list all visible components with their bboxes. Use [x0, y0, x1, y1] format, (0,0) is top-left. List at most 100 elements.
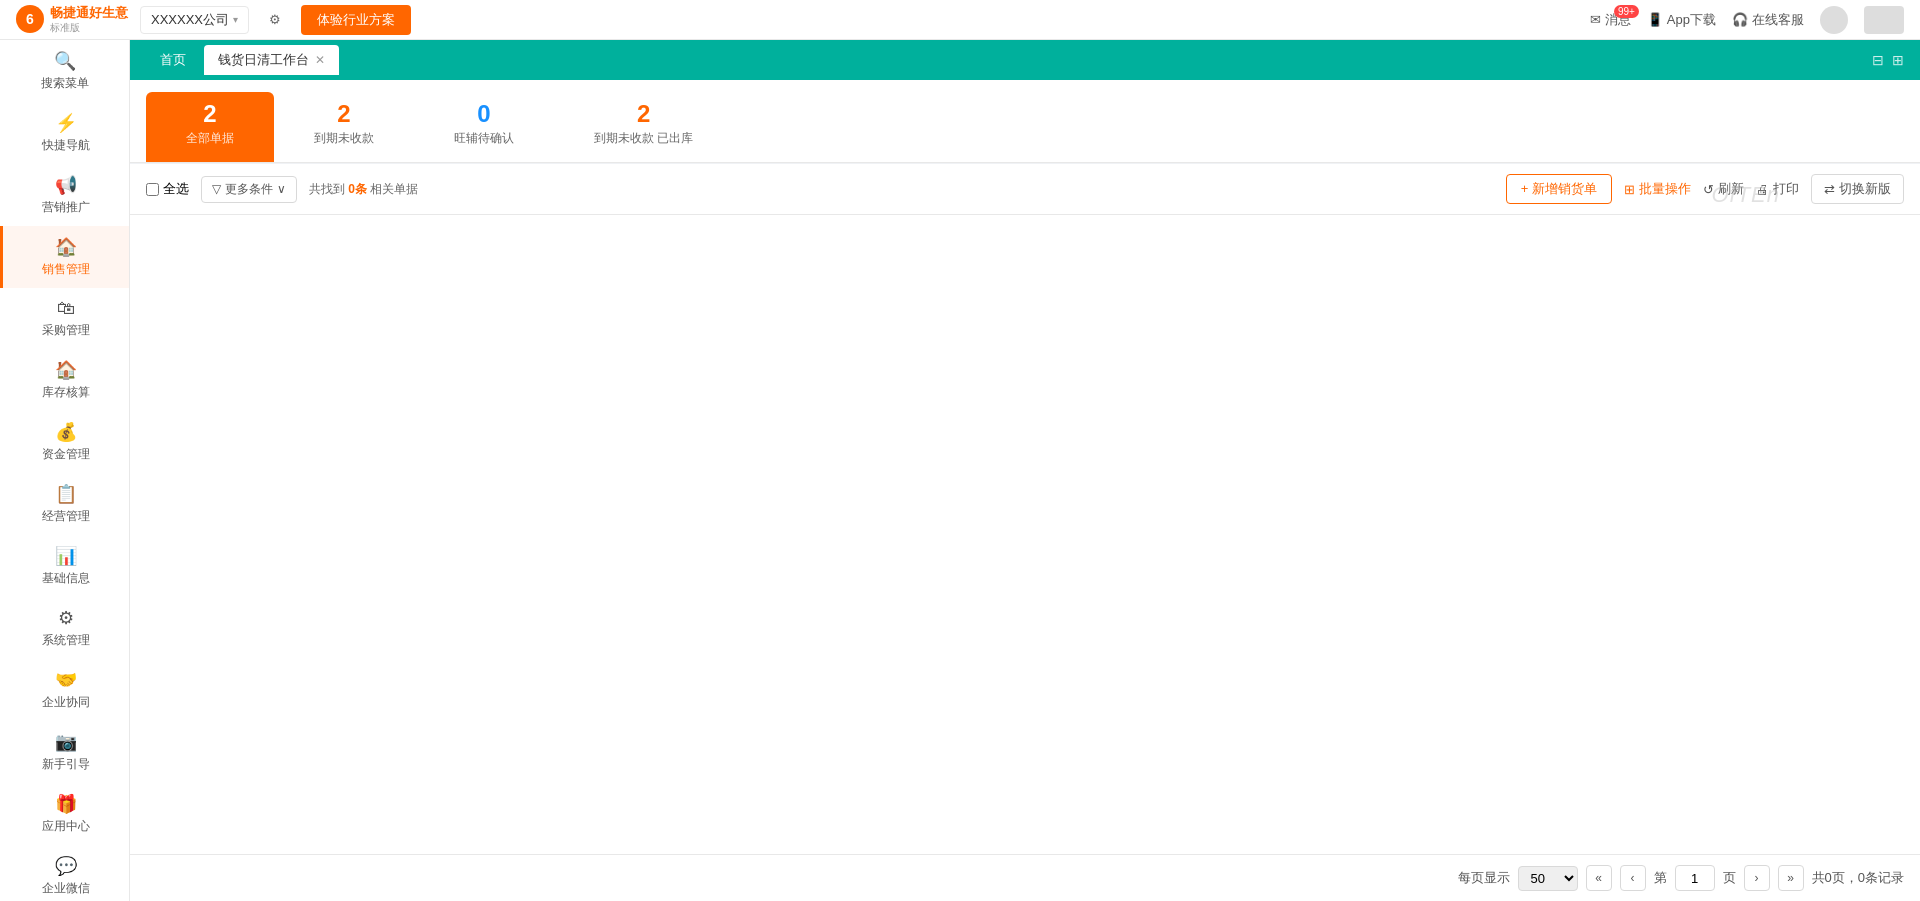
next-page-button[interactable]: ›: [1744, 865, 1770, 891]
company-selector[interactable]: XXXXXX公司 ▾: [140, 6, 249, 34]
guide-icon: 📷: [55, 731, 77, 753]
sidebar-basics-label: 基础信息: [42, 570, 90, 587]
purchase-icon: 🛍: [57, 298, 75, 319]
tab-home[interactable]: 首页: [146, 45, 200, 75]
sidebar-item-guide[interactable]: 📷 新手引导: [0, 721, 129, 783]
select-all-checkbox[interactable]: 全选: [146, 180, 189, 198]
basics-icon: 📊: [55, 545, 77, 567]
sales-icon: 🏠: [55, 236, 77, 258]
sidebar-collab-label: 企业协同: [42, 694, 90, 711]
first-page-button[interactable]: «: [1586, 865, 1612, 891]
sidebar-item-purchase[interactable]: 🛍 采购管理: [0, 288, 129, 349]
search-icon: 🔍: [54, 50, 76, 72]
tab-workbench[interactable]: 钱货日清工作台 ✕: [204, 45, 339, 75]
per-page-label: 每页显示: [1458, 869, 1510, 887]
stat-tab-all[interactable]: 2 全部单据: [146, 92, 274, 162]
tab-home-label: 首页: [160, 51, 186, 69]
collab-icon: 🤝: [55, 669, 77, 691]
match-prefix: 共找到: [309, 182, 345, 196]
sidebar-item-collab[interactable]: 🤝 企业协同: [0, 659, 129, 721]
sidebar-purchase-label: 采购管理: [42, 322, 90, 339]
page-number-input[interactable]: [1675, 865, 1715, 891]
sidebar-marketing-label: 营销推广: [42, 199, 90, 216]
print-icon: 🖨: [1756, 182, 1769, 197]
sidebar-item-search[interactable]: 🔍 搜索菜单: [0, 40, 129, 102]
stat-tab-wangfu[interactable]: 0 旺辅待确认: [414, 92, 554, 162]
quicknav-icon: ⚡: [55, 112, 77, 134]
chevron-down-icon: ▾: [233, 14, 238, 25]
sidebar-item-inventory[interactable]: 🏠 库存核算: [0, 349, 129, 411]
appcenter-icon: 🎁: [55, 793, 77, 815]
tab-bar: 首页 钱货日清工作台 ✕ ⊟ ⊞: [130, 40, 1920, 80]
wechat-icon: 💬: [55, 855, 77, 877]
online-support-button[interactable]: 🎧 在线客服: [1732, 11, 1804, 29]
top-header: 6 畅捷通好生意 标准版 XXXXXX公司 ▾ ⚙ 体验行业方案 ✉ 消息 99…: [0, 0, 1920, 40]
marketing-icon: 📢: [55, 174, 77, 196]
sidebar-item-quicknav[interactable]: ⚡ 快捷导航: [0, 102, 129, 164]
settings-button[interactable]: ⚙: [261, 6, 289, 34]
refresh-label: 刷新: [1718, 180, 1744, 198]
stats-tabs: 2 全部单据 2 到期未收款 0 旺辅待确认 2 到期未收款 已出库: [130, 80, 1920, 163]
sidebar-search-label: 搜索菜单: [41, 75, 89, 92]
support-icon: 🎧: [1732, 12, 1748, 27]
toolbar-right: + 新增销货单 ⊞ 批量操作 ↺ 刷新 🖨 打印 ⇄: [1506, 174, 1904, 204]
sidebar-item-operations[interactable]: 📋 经营管理: [0, 473, 129, 535]
online-support-label: 在线客服: [1752, 11, 1804, 29]
header-right: ✉ 消息 99+ 📱 App下载 🎧 在线客服: [1590, 6, 1904, 34]
print-button[interactable]: 🖨 打印: [1756, 180, 1799, 198]
print-label: 打印: [1773, 180, 1799, 198]
match-suffix: 相关单据: [370, 182, 418, 196]
batch-ops-button[interactable]: ⊞ 批量操作: [1624, 180, 1691, 198]
inventory-icon: 🏠: [55, 359, 77, 381]
page-suffix: 页: [1723, 869, 1736, 887]
app-download-button[interactable]: 📱 App下载: [1647, 11, 1716, 29]
sidebar-item-system[interactable]: ⚙ 系统管理: [0, 597, 129, 659]
user-menu[interactable]: [1864, 6, 1904, 34]
stat-tab-shipped[interactable]: 2 到期未收款 已出库: [554, 92, 733, 162]
logo-sub: 标准版: [50, 21, 128, 34]
experience-button[interactable]: 体验行业方案: [301, 5, 411, 35]
per-page-select[interactable]: 50 100 200: [1518, 866, 1578, 891]
refresh-icon: ↺: [1703, 182, 1714, 197]
pagination-bar: 每页显示 50 100 200 « ‹ 第 页 › » 共0页，0条记录: [130, 854, 1920, 901]
stat-tab-overdue[interactable]: 2 到期未收款: [274, 92, 414, 162]
prev-page-button[interactable]: ‹: [1620, 865, 1646, 891]
batch-icon: ⊞: [1624, 182, 1635, 197]
avatar[interactable]: [1820, 6, 1848, 34]
company-name: XXXXXX公司: [151, 11, 229, 29]
sidebar-item-basics[interactable]: 📊 基础信息: [0, 535, 129, 597]
sidebar-item-sales[interactable]: 🏠 销售管理: [0, 226, 129, 288]
message-button[interactable]: ✉ 消息 99+: [1590, 11, 1631, 29]
select-all-label: 全选: [163, 180, 189, 198]
app-download-label: App下载: [1667, 11, 1716, 29]
switch-version-button[interactable]: ⇄ 切换新版: [1811, 174, 1904, 204]
refresh-button[interactable]: ↺ 刷新: [1703, 180, 1744, 198]
tab-minimize-button[interactable]: ⊟: [1872, 52, 1884, 68]
switch-label: 切换新版: [1839, 180, 1891, 198]
toolbar: 全选 ▽ 更多条件 ∨ 共找到 0条 相关单据 + 新增销货单 ⊞ 批量操作: [130, 164, 1920, 215]
operations-icon: 📋: [55, 483, 77, 505]
page-content: 2 全部单据 2 到期未收款 0 旺辅待确认 2 到期未收款 已出库: [130, 80, 1920, 901]
sidebar-guide-label: 新手引导: [42, 756, 90, 773]
sidebar-appcenter-label: 应用中心: [42, 818, 90, 835]
stat-shipped-count: 2: [637, 100, 650, 128]
sidebar-item-wechat[interactable]: 💬 企业微信: [0, 845, 129, 901]
stat-all-label: 全部单据: [186, 130, 234, 147]
tab-close-icon[interactable]: ✕: [315, 53, 325, 67]
logo-text: 畅捷通好生意 标准版: [50, 5, 128, 35]
new-order-button[interactable]: + 新增销货单: [1506, 174, 1612, 204]
sidebar-item-finance[interactable]: 💰 资金管理: [0, 411, 129, 473]
filter-label: 更多条件: [225, 181, 273, 198]
sidebar-system-label: 系统管理: [42, 632, 90, 649]
match-count: 0条: [348, 182, 367, 196]
switch-icon: ⇄: [1824, 182, 1835, 197]
sidebar-item-marketing[interactable]: 📢 营销推广: [0, 164, 129, 226]
logo-area: 6 畅捷通好生意 标准版: [16, 5, 128, 35]
tab-expand-button[interactable]: ⊞: [1892, 52, 1904, 68]
page-prefix: 第: [1654, 869, 1667, 887]
more-filter-button[interactable]: ▽ 更多条件 ∨: [201, 176, 297, 203]
stat-wangfu-count: 0: [477, 100, 490, 128]
select-all-input[interactable]: [146, 183, 159, 196]
last-page-button[interactable]: »: [1778, 865, 1804, 891]
sidebar-item-appcenter[interactable]: 🎁 应用中心: [0, 783, 129, 845]
